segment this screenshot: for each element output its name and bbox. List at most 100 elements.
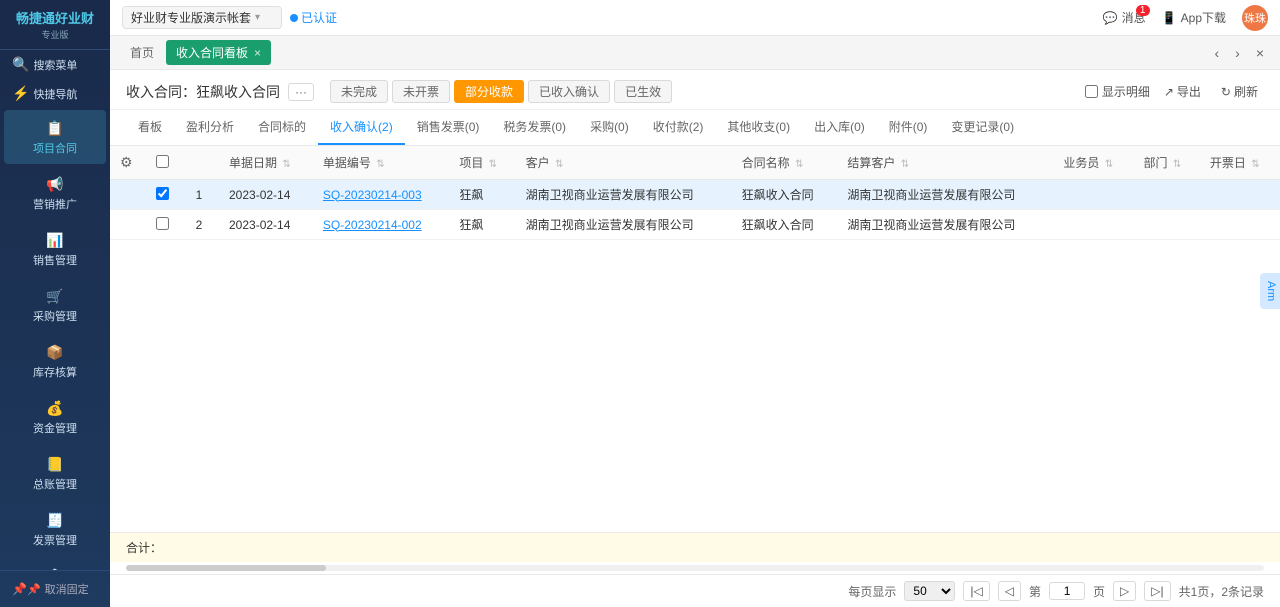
tab-nav-prev-btn[interactable]: ‹ <box>1210 43 1223 63</box>
message-icon: 💬 <box>1103 11 1118 25</box>
tab-nav-next-btn[interactable]: › <box>1231 43 1244 63</box>
status-unopened-btn[interactable]: 未开票 <box>392 80 450 103</box>
page-first-btn[interactable]: |◁ <box>963 581 989 601</box>
subtab-purchase[interactable]: 采购(0) <box>578 110 641 145</box>
sidebar-item-purchase[interactable]: 采购管理 <box>4 278 106 332</box>
verified-dot <box>290 14 298 22</box>
date-header[interactable]: 单据日期 ⇅ <box>219 146 313 180</box>
sidebar-item-fund-label: 资金管理 <box>33 420 77 436</box>
status-effective-btn[interactable]: 已生效 <box>614 80 672 103</box>
chevron-down-icon: ▾ <box>255 12 260 23</box>
subtab-confirm[interactable]: 收入确认(2) <box>318 110 405 145</box>
sidebar-item-invoice[interactable]: 发票管理 <box>4 502 106 556</box>
header-right-actions: 显示明细 ↗ 导出 ↻ 刷新 <box>1085 81 1264 102</box>
customer-header[interactable]: 客户 ⇅ <box>516 146 732 180</box>
subtab-profit[interactable]: 盈利分析 <box>174 110 246 145</box>
sidebar-item-sales[interactable]: 销售管理 <box>4 222 106 276</box>
customer-sort-icon: ⇅ <box>555 159 563 170</box>
status-incomplete-btn[interactable]: 未完成 <box>330 80 388 103</box>
sidebar-item-project-label: 项目合同 <box>33 140 77 156</box>
export-btn[interactable]: ↗ 导出 <box>1158 81 1207 102</box>
contract-name-header[interactable]: 合同名称 ⇅ <box>732 146 838 180</box>
fund-icon <box>45 398 65 418</box>
tabbar: 首页 收入合同看板 × ‹ › × <box>110 36 1280 70</box>
sidebar-item-general[interactable]: 总账管理 <box>4 446 106 500</box>
final-customer-header[interactable]: 结算客户 ⇅ <box>837 146 1053 180</box>
right-panel-btn[interactable]: Arm <box>1260 273 1280 309</box>
status-partial-btn[interactable]: 部分收款 <box>454 80 524 103</box>
marketing-icon <box>45 174 65 194</box>
purchase-icon <box>45 286 65 306</box>
tabbar-nav: ‹ › × <box>1210 43 1268 63</box>
sidebar-item-marketing[interactable]: 营销推广 <box>4 166 106 220</box>
row1-checkbox[interactable] <box>156 187 169 200</box>
subtab-attachment[interactable]: 附件(0) <box>877 110 940 145</box>
table-row[interactable]: 1 2023-02-14 SQ-20230214-003 狂飙 湖南卫视商业运营… <box>110 180 1280 210</box>
active-tab[interactable]: 收入合同看板 × <box>166 40 271 65</box>
order-no-header[interactable]: 单据编号 ⇅ <box>313 146 449 180</box>
sidebar-item-stock[interactable]: 库存核算 <box>4 334 106 388</box>
sidebar-pin-toggle[interactable]: 📌 取消固定 <box>8 577 102 601</box>
tab-close-btn[interactable]: × <box>254 46 261 60</box>
subtab-change-log[interactable]: 变更记录(0) <box>939 110 1026 145</box>
sidebar-item-purchase-label: 采购管理 <box>33 308 77 324</box>
row2-department <box>1134 210 1200 240</box>
page-last-btn[interactable]: ▷| <box>1144 581 1170 601</box>
department-header[interactable]: 部门 ⇅ <box>1134 146 1200 180</box>
project-header[interactable]: 项目 ⇅ <box>449 146 515 180</box>
message-badge: 1 <box>1136 5 1150 16</box>
sidebar: 畅捷通好业财 专业版 搜索菜单 快捷导航 项目合同 营销推广 销售管理 采购管理… <box>0 0 110 607</box>
subtab-sales-invoice[interactable]: 销售发票(0) <box>405 110 492 145</box>
subtabs: 看板 盈利分析 合同标的 收入确认(2) 销售发票(0) 税务发票(0) 采购(… <box>110 110 1280 146</box>
scrollbar-thumb[interactable] <box>126 565 326 571</box>
status-confirmed-btn[interactable]: 已收入确认 <box>528 80 610 103</box>
sidebar-search[interactable]: 搜索菜单 <box>0 50 110 79</box>
refresh-btn[interactable]: ↻ 刷新 <box>1215 81 1264 102</box>
settings-icon[interactable]: ⚙ <box>120 154 133 170</box>
sidebar-quick-nav[interactable]: 快捷导航 <box>0 79 110 108</box>
open-date-header[interactable]: 开票日 ⇅ <box>1200 146 1280 180</box>
subtab-inventory[interactable]: 出入库(0) <box>802 110 877 145</box>
row1-final-customer: 湖南卫视商业运营发展有限公司 <box>837 180 1053 210</box>
show-detail-label-text: 显示明细 <box>1102 83 1150 100</box>
row2-order-no[interactable]: SQ-20230214-002 <box>313 210 449 240</box>
subtab-kanban[interactable]: 看板 <box>126 110 174 145</box>
user-avatar[interactable]: 珠珠 <box>1242 5 1268 31</box>
export-icon: ↗ <box>1164 85 1174 99</box>
total-label: 合计： <box>126 539 162 556</box>
page-size-label: 每页显示 <box>848 583 896 600</box>
subtab-tax-invoice[interactable]: 税务发票(0) <box>491 110 578 145</box>
export-label: 导出 <box>1177 83 1201 100</box>
subtab-payment[interactable]: 收付款(2) <box>641 110 716 145</box>
subtab-other[interactable]: 其他收支(0) <box>715 110 802 145</box>
user-name: 珠珠 <box>1244 10 1266 26</box>
tab-nav-close-btn[interactable]: × <box>1252 43 1268 63</box>
message-btn[interactable]: 💬 消息 1 <box>1103 9 1146 26</box>
subtab-standard[interactable]: 合同标的 <box>246 110 318 145</box>
show-detail-toggle[interactable]: 显示明细 <box>1085 83 1150 100</box>
home-tab[interactable]: 首页 <box>122 40 162 65</box>
table-row[interactable]: 2 2023-02-14 SQ-20230214-002 狂飙 湖南卫视商业运营… <box>110 210 1280 240</box>
company-selector[interactable]: 好业财专业版演示帐套 ▾ <box>122 6 282 29</box>
page-size-select[interactable]: 50 100 200 <box>904 581 955 601</box>
salesperson-header[interactable]: 业务员 ⇅ <box>1053 146 1133 180</box>
sidebar-item-project[interactable]: 项目合同 <box>4 110 106 164</box>
app-download-btn[interactable]: 📱 App下载 <box>1162 9 1226 26</box>
total-pages-info: 共1页，2条记录 <box>1179 583 1264 600</box>
pin-icon: 📌 <box>12 582 41 596</box>
general-icon <box>45 454 65 474</box>
sidebar-item-tax[interactable]: 税务管理 <box>4 558 106 570</box>
horizontal-scrollbar[interactable] <box>110 562 1280 574</box>
page-number-input[interactable] <box>1049 582 1085 600</box>
page-prev-btn[interactable]: ◁ <box>998 581 1021 601</box>
dept-sort-icon: ⇅ <box>1173 159 1181 170</box>
sidebar-item-fund[interactable]: 资金管理 <box>4 390 106 444</box>
more-options-btn[interactable]: ··· <box>288 83 314 101</box>
right-panel-label: Arm <box>1265 281 1277 301</box>
page-next-btn[interactable]: ▷ <box>1113 581 1136 601</box>
row1-date: 2023-02-14 <box>219 180 313 210</box>
row2-checkbox[interactable] <box>156 217 169 230</box>
show-detail-checkbox[interactable] <box>1085 85 1098 98</box>
check-all-checkbox[interactable] <box>156 155 169 168</box>
row1-order-no[interactable]: SQ-20230214-003 <box>313 180 449 210</box>
